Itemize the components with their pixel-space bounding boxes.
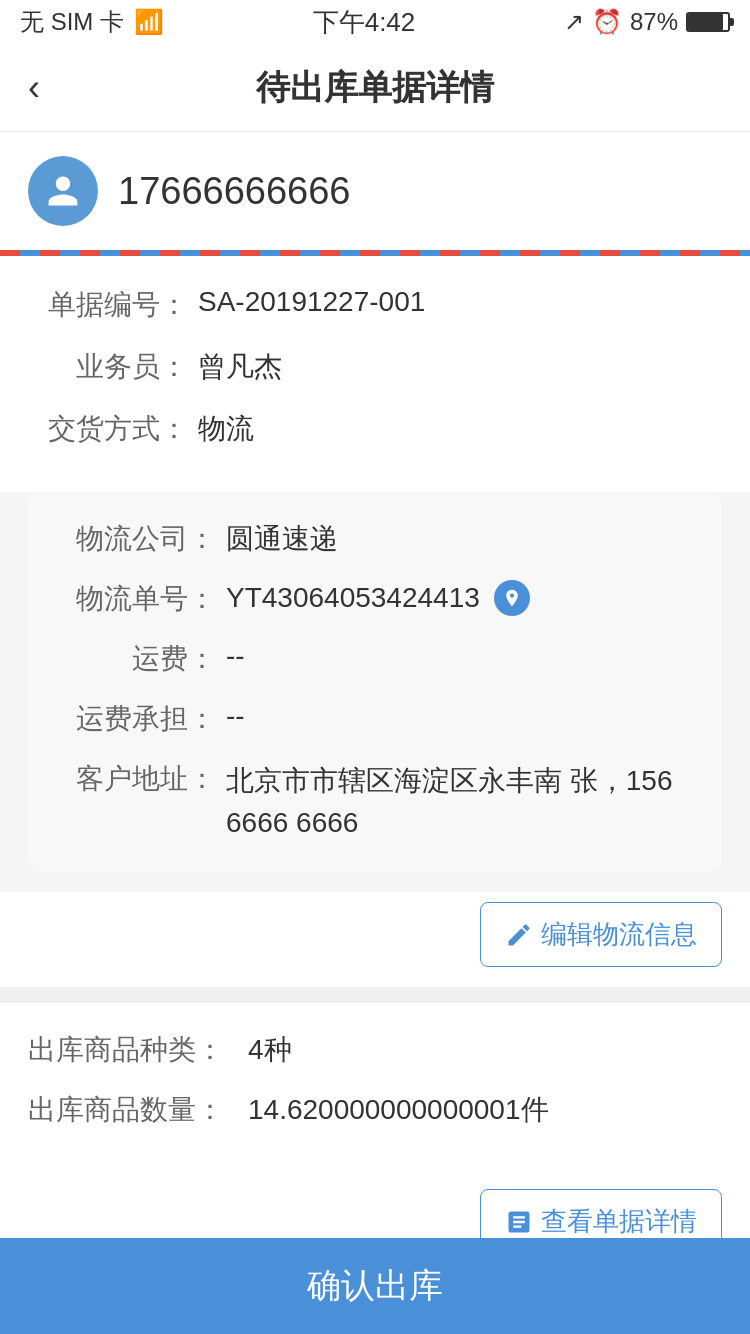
battery-fill [688, 14, 723, 30]
edit-logistics-button[interactable]: 编辑物流信息 [480, 902, 722, 967]
tracking-number-text: YT43064053424413 [226, 582, 480, 614]
address-value: 北京市市辖区海淀区永丰南 张，156 6666 6666 [216, 760, 694, 844]
status-bar: 无 SIM 卡 📶 下午4:42 ↗ ⏰ 87% [0, 0, 750, 44]
edit-btn-area: 编辑物流信息 [0, 892, 750, 987]
freight-row: 运费： -- [56, 640, 694, 678]
sales-person-row: 业务员： 曾凡杰 [28, 348, 722, 386]
carrier-label: 无 SIM 卡 [20, 6, 124, 38]
customer-header: 17666666666 [0, 132, 750, 250]
document-number-value: SA-20191227-001 [188, 286, 722, 318]
goods-quantity-label: 出库商品数量： [28, 1091, 248, 1129]
sales-person-value: 曾凡杰 [188, 348, 722, 386]
nav-bar: ‹ 待出库单据详情 [0, 44, 750, 132]
goods-types-row: 出库商品种类： 4种 [28, 1031, 722, 1069]
status-time: 下午4:42 [313, 5, 416, 40]
back-button[interactable]: ‹ [28, 67, 40, 109]
goods-section: 出库商品种类： 4种 出库商品数量： 14.620000000000001件 [0, 1003, 750, 1179]
freight-bearer-value: -- [216, 700, 694, 732]
document-number-row: 单据编号： SA-20191227-001 [28, 286, 722, 324]
goods-quantity-value: 14.620000000000001件 [248, 1091, 549, 1129]
address-row: 客户地址： 北京市市辖区海淀区永丰南 张，156 6666 6666 [56, 760, 694, 844]
confirm-btn-area: 确认出库 [0, 1238, 750, 1334]
sales-person-label: 业务员： [28, 348, 188, 386]
status-right: ↗ ⏰ 87% [564, 8, 730, 36]
battery-label: 87% [630, 8, 678, 36]
freight-bearer-row: 运费承担： -- [56, 700, 694, 738]
tracking-location-icon[interactable] [494, 580, 530, 616]
confirm-delivery-button[interactable]: 确认出库 [0, 1238, 750, 1334]
order-info-section: 单据编号： SA-20191227-001 业务员： 曾凡杰 交货方式： 物流 [0, 256, 750, 492]
address-label: 客户地址： [56, 760, 216, 798]
goods-types-value: 4种 [248, 1031, 292, 1069]
delivery-method-row: 交货方式： 物流 [28, 410, 722, 448]
logistics-company-label: 物流公司： [56, 520, 216, 558]
goods-types-label: 出库商品种类： [28, 1031, 248, 1069]
delivery-method-label: 交货方式： [28, 410, 188, 448]
view-details-label: 查看单据详情 [541, 1204, 697, 1239]
avatar [28, 156, 98, 226]
logistics-company-row: 物流公司： 圆通速递 [56, 520, 694, 558]
goods-quantity-row: 出库商品数量： 14.620000000000001件 [28, 1091, 722, 1129]
location-status-icon: ↗ [564, 8, 584, 36]
status-left: 无 SIM 卡 📶 [20, 6, 164, 38]
section-divider-1 [0, 987, 750, 1003]
freight-label: 运费： [56, 640, 216, 678]
tracking-number-row: 物流单号： YT43064053424413 [56, 580, 694, 618]
freight-value: -- [216, 640, 694, 672]
delivery-method-value: 物流 [188, 410, 722, 448]
customer-phone: 17666666666 [118, 170, 350, 213]
battery-icon [686, 12, 730, 32]
wifi-icon: 📶 [134, 8, 164, 36]
logistics-company-value: 圆通速递 [216, 520, 694, 558]
tracking-number-value: YT43064053424413 [216, 580, 694, 616]
logistics-card: 物流公司： 圆通速递 物流单号： YT43064053424413 运费： --… [28, 492, 722, 872]
edit-logistics-label: 编辑物流信息 [541, 917, 697, 952]
tracking-number-label: 物流单号： [56, 580, 216, 618]
document-number-label: 单据编号： [28, 286, 188, 324]
alarm-status-icon: ⏰ [592, 8, 622, 36]
page-title: 待出库单据详情 [256, 65, 494, 111]
freight-bearer-label: 运费承担： [56, 700, 216, 738]
